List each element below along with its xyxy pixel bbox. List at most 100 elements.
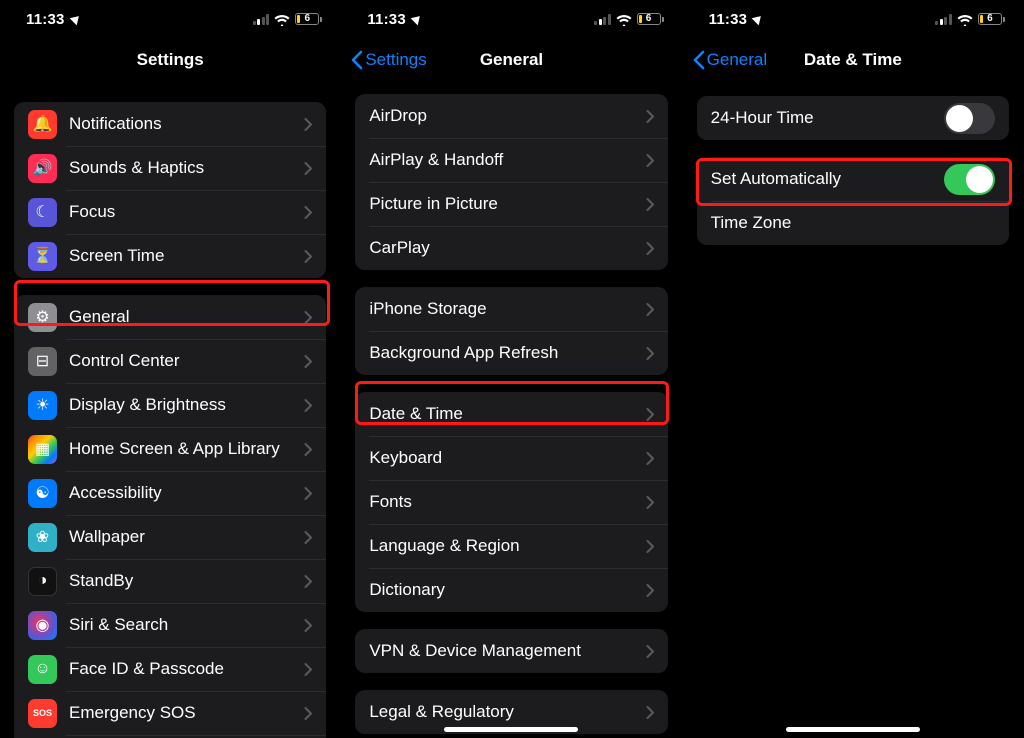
row-control-center[interactable]: ⊟ Control Center xyxy=(14,339,326,383)
chevron-right-icon xyxy=(304,663,312,676)
chevron-right-icon xyxy=(304,311,312,324)
row-general[interactable]: ⚙ General xyxy=(14,295,326,339)
row-keyboard[interactable]: Keyboard xyxy=(355,436,667,480)
nav-header: General Date & Time xyxy=(683,38,1023,82)
row-label: Notifications xyxy=(69,114,304,134)
chevron-right-icon xyxy=(646,242,654,255)
cellular-signal-icon xyxy=(935,14,952,25)
row-label: Siri & Search xyxy=(69,615,304,635)
row-wallpaper[interactable]: ❀ Wallpaper xyxy=(14,515,326,559)
general-group-1: AirDrop AirPlay & Handoff Picture in Pic… xyxy=(355,94,667,270)
grid-icon: ▦ xyxy=(28,435,57,464)
row-label: AirPlay & Handoff xyxy=(369,150,645,170)
page-title: Settings xyxy=(137,50,204,70)
back-button[interactable]: Settings xyxy=(350,50,426,70)
chevron-right-icon xyxy=(304,619,312,632)
toggle-set-automatically[interactable] xyxy=(944,164,995,195)
battery-icon: 6 xyxy=(637,13,664,25)
toggle-24hour[interactable] xyxy=(944,103,995,134)
row-language-region[interactable]: Language & Region xyxy=(355,524,667,568)
row-siri-search[interactable]: ◉ Siri & Search xyxy=(14,603,326,647)
row-label: Date & Time xyxy=(369,404,645,424)
row-picture-in-picture[interactable]: Picture in Picture xyxy=(355,182,667,226)
chevron-right-icon xyxy=(304,487,312,500)
status-bar: 11:33 6 xyxy=(341,0,681,38)
chevron-right-icon xyxy=(304,250,312,263)
location-icon xyxy=(69,13,82,26)
back-label: General xyxy=(707,50,767,70)
row-label: Home Screen & App Library xyxy=(69,439,304,459)
row-label: Legal & Regulatory xyxy=(369,702,645,722)
row-label: Background App Refresh xyxy=(369,343,645,363)
hourglass-icon: ⏳ xyxy=(28,242,57,271)
sun-icon: ☀ xyxy=(28,391,57,420)
row-display-brightness[interactable]: ☀ Display & Brightness xyxy=(14,383,326,427)
row-set-automatically[interactable]: Set Automatically xyxy=(697,157,1009,201)
back-button[interactable]: General xyxy=(692,50,767,70)
chevron-right-icon xyxy=(304,707,312,720)
row-screen-time[interactable]: ⏳ Screen Time xyxy=(14,234,326,278)
chevron-right-icon xyxy=(646,540,654,553)
sos-icon: SOS xyxy=(28,699,57,728)
chevron-right-icon xyxy=(646,347,654,360)
gear-icon: ⚙ xyxy=(28,303,57,332)
row-iphone-storage[interactable]: iPhone Storage xyxy=(355,287,667,331)
page-title: Date & Time xyxy=(804,50,902,70)
row-timezone[interactable]: Time Zone xyxy=(697,201,1009,245)
wifi-icon xyxy=(616,13,632,25)
chevron-right-icon xyxy=(304,162,312,175)
moon-icon: ☾ xyxy=(28,198,57,227)
chevron-right-icon xyxy=(304,575,312,588)
row-notifications[interactable]: 🔔 Notifications xyxy=(14,102,326,146)
row-airdrop[interactable]: AirDrop xyxy=(355,94,667,138)
row-focus[interactable]: ☾ Focus xyxy=(14,190,326,234)
location-icon xyxy=(752,13,765,26)
row-face-id-passcode[interactable]: ☺ Face ID & Passcode xyxy=(14,647,326,691)
row-label: Accessibility xyxy=(69,483,304,503)
settings-group-2: ⚙ General ⊟ Control Center ☀ Display & B… xyxy=(14,295,326,738)
chevron-left-icon xyxy=(692,50,705,70)
row-label: Emergency SOS xyxy=(69,703,304,723)
row-label: Sounds & Haptics xyxy=(69,158,304,178)
back-label: Settings xyxy=(365,50,426,70)
row-accessibility[interactable]: ☯ Accessibility xyxy=(14,471,326,515)
row-home-screen-app-library[interactable]: ▦ Home Screen & App Library xyxy=(14,427,326,471)
chevron-right-icon xyxy=(646,303,654,316)
home-indicator[interactable] xyxy=(786,727,920,732)
row-background-app-refresh[interactable]: Background App Refresh xyxy=(355,331,667,375)
status-time: 11:33 xyxy=(26,11,65,28)
settings-screen: 11:33 6 Settings 🔔 Notifications 🔊 Sound… xyxy=(0,0,341,738)
cellular-signal-icon xyxy=(253,14,270,25)
chevron-right-icon xyxy=(304,531,312,544)
chevron-right-icon xyxy=(646,110,654,123)
speaker-icon: 🔊 xyxy=(28,154,57,183)
row-sounds-haptics[interactable]: 🔊 Sounds & Haptics xyxy=(14,146,326,190)
chevron-right-icon xyxy=(646,452,654,465)
chevron-right-icon xyxy=(304,443,312,456)
row-label: iPhone Storage xyxy=(369,299,645,319)
row-fonts[interactable]: Fonts xyxy=(355,480,667,524)
row-vpn-device-management[interactable]: VPN & Device Management xyxy=(355,629,667,673)
row-label: Control Center xyxy=(69,351,304,371)
row-label: StandBy xyxy=(69,571,304,591)
chevron-right-icon xyxy=(646,706,654,719)
row-dictionary[interactable]: Dictionary xyxy=(355,568,667,612)
row-label: 24-Hour Time xyxy=(711,108,944,128)
row-airplay-handoff[interactable]: AirPlay & Handoff xyxy=(355,138,667,182)
bell-icon: 🔔 xyxy=(28,110,57,139)
chevron-right-icon xyxy=(646,496,654,509)
row-standby[interactable]: ◑ StandBy xyxy=(14,559,326,603)
status-bar: 11:33 6 xyxy=(0,0,340,38)
row-emergency-sos[interactable]: SOS Emergency SOS xyxy=(14,691,326,735)
wifi-icon xyxy=(274,13,290,25)
datetime-group-2: Set Automatically Time Zone xyxy=(697,157,1009,245)
row-label: Fonts xyxy=(369,492,645,512)
home-indicator[interactable] xyxy=(444,727,578,732)
row-label: Picture in Picture xyxy=(369,194,645,214)
row-label: AirDrop xyxy=(369,106,645,126)
row-date-time[interactable]: Date & Time xyxy=(355,392,667,436)
battery-icon: 6 xyxy=(978,13,1005,25)
row-carplay[interactable]: CarPlay xyxy=(355,226,667,270)
chevron-right-icon xyxy=(304,118,312,131)
row-24hour[interactable]: 24-Hour Time xyxy=(697,96,1009,140)
